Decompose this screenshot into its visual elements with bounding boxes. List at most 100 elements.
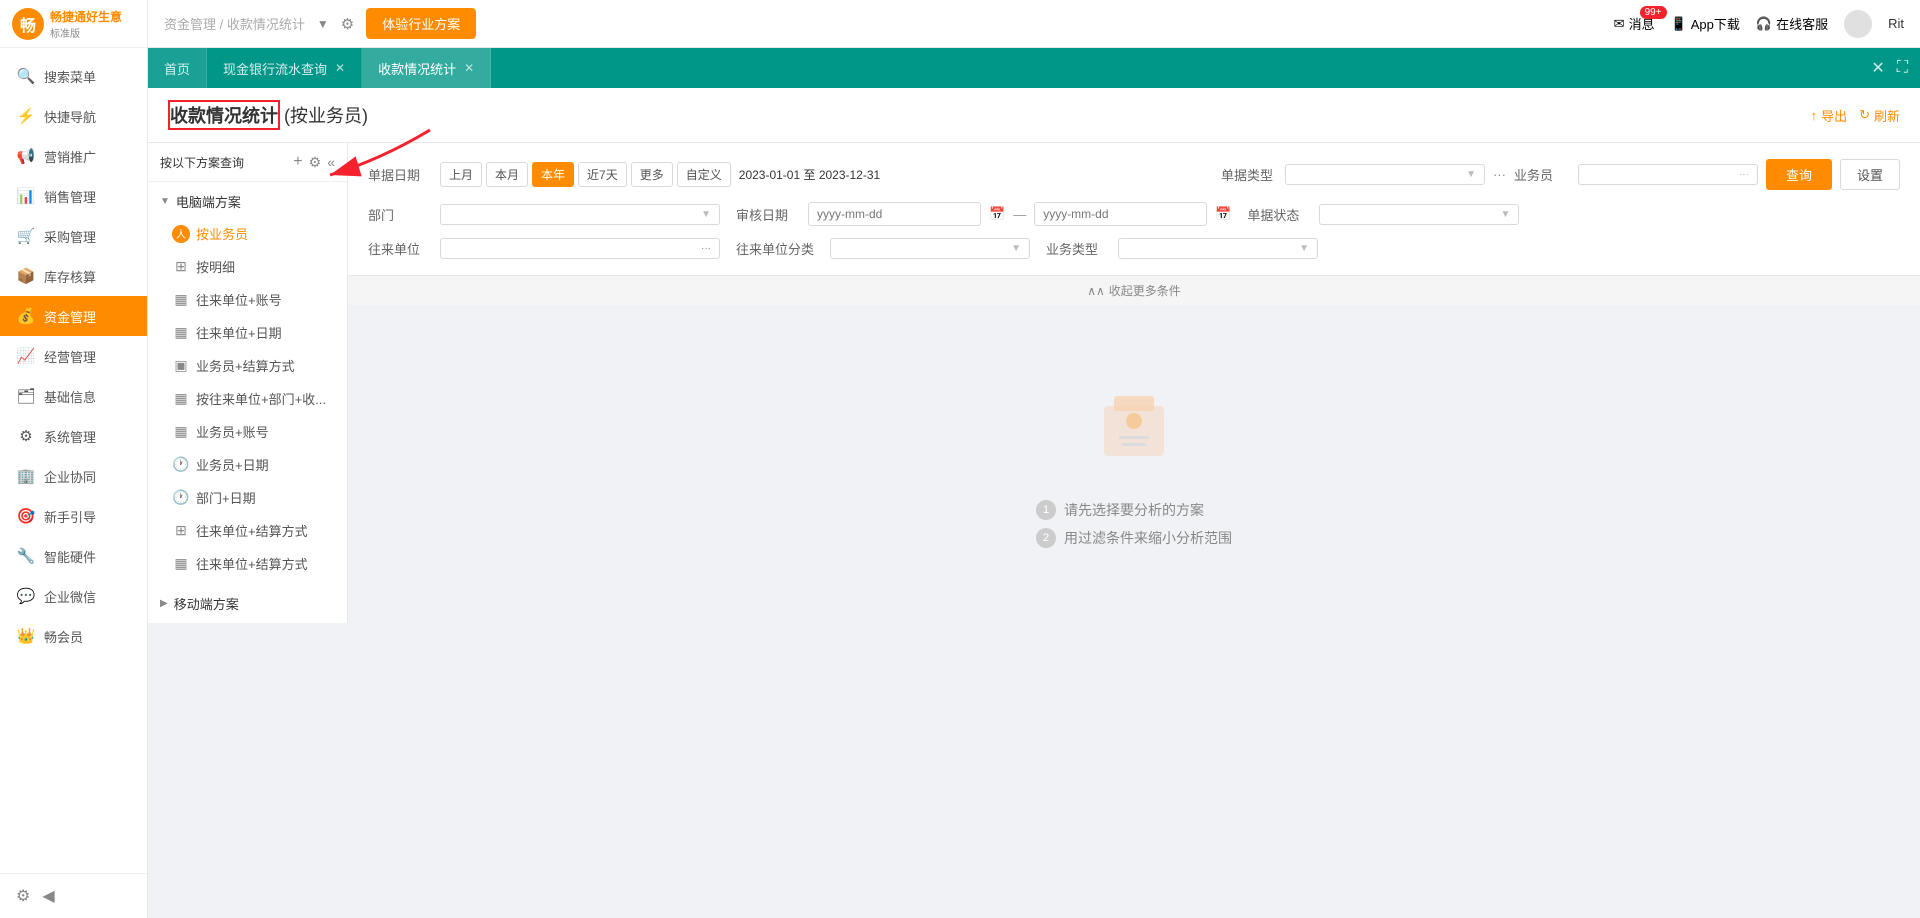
dept-select-arrow-icon: ▼ (701, 209, 711, 220)
scheme-item-partner-account[interactable]: ▦ 往来单位+账号 (148, 283, 347, 316)
scheme-item-dept-date[interactable]: 🕐 部门+日期 (148, 481, 347, 514)
partner-more-icon[interactable]: ··· (701, 243, 711, 254)
review-date-end-icon[interactable]: 📅 (1215, 206, 1231, 222)
tab-maximize-icon[interactable]: ⛶ (1897, 59, 1908, 77)
query-button[interactable]: 查询 (1766, 159, 1832, 190)
tab-close-all-icon[interactable]: ✕ (1871, 58, 1884, 78)
breadcrumb-chevron-icon[interactable]: ▼ (317, 17, 329, 31)
scheme-section-pc-title[interactable]: ▼ 电脑端方案 (148, 186, 347, 217)
dept-select[interactable]: ▼ (440, 204, 720, 225)
scheme-item-partner-settle2[interactable]: ▦ 往来单位+结算方式 (148, 547, 347, 580)
page-header-actions: ↑ 导出 ↻ 刷新 (1811, 106, 1900, 125)
category-select[interactable]: ▼ (1285, 164, 1485, 185)
msg-button[interactable]: ✉ 消息 99+ (1614, 14, 1655, 33)
scheme-sidebar: 按以下方案查询 + ⚙ « ▼ 电脑端方案 人 按业务员 (148, 143, 348, 623)
filter-row-1: 单据日期 上月 本月 本年 近7天 更多 自定义 2023-01-01 至 20… (368, 159, 1900, 190)
review-date-start-icon[interactable]: 📅 (989, 206, 1005, 222)
sidebar-item-quicknav[interactable]: ⚡ 快捷导航 (0, 96, 147, 136)
sidebar-item-finance[interactable]: 💰 资金管理 (0, 296, 147, 336)
scheme-item-by-salesman[interactable]: 人 按业务员 (148, 217, 347, 250)
bill-status-select[interactable]: ▼ (1319, 204, 1519, 225)
scheme-item-salesman-date[interactable]: 🕐 业务员+日期 (148, 448, 347, 481)
date-btn-more[interactable]: 更多 (631, 162, 673, 187)
user-avatar[interactable] (1844, 10, 1872, 38)
sidebar-item-purchase[interactable]: 🛒 采购管理 (0, 216, 147, 256)
partner-settle2-icon: ▦ (172, 555, 190, 573)
salesman-select[interactable]: ··· (1578, 164, 1758, 185)
partner-settle1-icon: ⊞ (172, 522, 190, 540)
sales-icon: 📊 (16, 186, 36, 206)
sidebar-item-hardware[interactable]: 🔧 智能硬件 (0, 536, 147, 576)
category-more-icon[interactable]: ··· (1493, 167, 1506, 182)
review-date-start[interactable] (808, 202, 981, 226)
date-btn-7days[interactable]: 近7天 (578, 162, 627, 187)
salesman-settle-icon: ▣ (172, 357, 190, 375)
scheme-section-mobile-title[interactable]: ▶ 移动端方案 (148, 588, 347, 619)
bank-tab-close-icon[interactable]: ✕ (335, 61, 345, 75)
collapse-chevron-icon: ∧∧ (1087, 284, 1105, 298)
trial-button[interactable]: 体验行业方案 (366, 8, 476, 39)
online-service-button[interactable]: 🎧 在线客服 (1756, 14, 1828, 33)
salesman-select-arrow-icon: ··· (1739, 169, 1749, 180)
scheme-item-partner-date[interactable]: ▦ 往来单位+日期 (148, 316, 347, 349)
service-icon: 🎧 (1756, 16, 1772, 32)
scheme-item-partner-dept[interactable]: ▦ 按往来单位+部门+收... (148, 382, 347, 415)
salesman-account-icon: ▦ (172, 423, 190, 441)
partner-category-select[interactable]: ▼ (830, 238, 1030, 259)
sidebar-item-basic[interactable]: 🗂 基础信息 (0, 376, 147, 416)
tab-home[interactable]: 首页 (148, 48, 207, 88)
tab-bank[interactable]: 现金银行流水查询 ✕ (207, 48, 362, 88)
scheme-item-salesman-settle[interactable]: ▣ 业务员+结算方式 (148, 349, 347, 382)
app-download-button[interactable]: 📱 App下载 (1671, 14, 1740, 33)
sidebar-item-enterprise[interactable]: 🏢 企业协同 (0, 456, 147, 496)
date-btn-this-month[interactable]: 本月 (486, 162, 528, 187)
sidebar-item-inventory[interactable]: 📦 库存核算 (0, 256, 147, 296)
message-icon: ✉ (1614, 16, 1625, 32)
refresh-button[interactable]: ↻ 刷新 (1859, 106, 1900, 125)
newbie-icon: 🎯 (16, 506, 36, 526)
quicknav-icon: ⚡ (16, 106, 36, 126)
breadcrumb: 资金管理 / 收款情况统计 (164, 14, 305, 33)
topbar-gear-icon[interactable]: ⚙ (341, 15, 354, 33)
date-btn-custom[interactable]: 自定义 (677, 162, 731, 187)
sidebar-item-system[interactable]: ⚙ 系统管理 (0, 416, 147, 456)
sidebar-settings-icon[interactable]: ⚙ (16, 886, 30, 906)
scheme-item-by-detail[interactable]: ⊞ 按明细 (148, 250, 347, 283)
sidebar-item-operation[interactable]: 📈 经营管理 (0, 336, 147, 376)
scheme-item-salesman-account[interactable]: ▦ 业务员+账号 (148, 415, 347, 448)
business-type-select[interactable]: ▼ (1118, 238, 1318, 259)
partner-select[interactable]: ··· (440, 238, 720, 259)
date-btn-this-year[interactable]: 本年 (532, 162, 574, 187)
scheme-section-pc: ▼ 电脑端方案 人 按业务员 ⊞ 按明细 ▦ 往来单位+账号 (148, 182, 347, 584)
date-btn-last-month[interactable]: 上月 (440, 162, 482, 187)
sidebar-item-wechat[interactable]: 💬 企业微信 (0, 576, 147, 616)
scheme-item-partner-settle1[interactable]: ⊞ 往来单位+结算方式 (148, 514, 347, 547)
sidebar-item-newbie[interactable]: 🎯 新手引导 (0, 496, 147, 536)
review-date-range: 📅 — 📅 (808, 202, 1231, 226)
salesman-date-icon: 🕐 (172, 456, 190, 474)
scheme-add-icon[interactable]: + (293, 153, 302, 171)
scheme-settings-icon[interactable]: ⚙ (309, 154, 322, 171)
main-area: 资金管理 / 收款情况统计 ▼ ⚙ 体验行业方案 ✉ 消息 99+ 📱 App下… (148, 0, 1920, 918)
sidebar-item-sales[interactable]: 📊 销售管理 (0, 176, 147, 216)
export-button[interactable]: ↑ 导出 (1811, 106, 1848, 125)
sidebar-item-member[interactable]: 👑 畅会员 (0, 616, 147, 656)
receipt-tab-close-icon[interactable]: ✕ (464, 61, 474, 75)
basic-icon: 🗂 (16, 386, 36, 406)
partner-dept-icon: ▦ (172, 390, 190, 408)
home-tab-label: 首页 (164, 59, 190, 78)
salesman-scheme-icon: 人 (172, 225, 190, 243)
scheme-collapse-icon[interactable]: « (327, 154, 335, 170)
setting-button[interactable]: 设置 (1840, 159, 1900, 190)
tab-receipt[interactable]: 收款情况统计 ✕ (362, 48, 491, 88)
right-content: 单据日期 上月 本月 本年 近7天 更多 自定义 2023-01-01 至 20… (348, 143, 1920, 623)
review-date-end[interactable] (1034, 202, 1207, 226)
sidebar-item-search[interactable]: 🔍 搜索菜单 (0, 56, 147, 96)
sidebar-collapse-icon[interactable]: ◀ (42, 886, 54, 906)
partner-account-icon: ▦ (172, 291, 190, 309)
sidebar-item-marketing[interactable]: 📢 营销推广 (0, 136, 147, 176)
collapse-bar[interactable]: ∧∧ 收起更多条件 (348, 276, 1920, 305)
step-1-number: 1 (1036, 500, 1056, 520)
pc-section-arrow-icon: ▼ (160, 196, 170, 207)
salesman-label: 业务员 (1514, 165, 1570, 184)
